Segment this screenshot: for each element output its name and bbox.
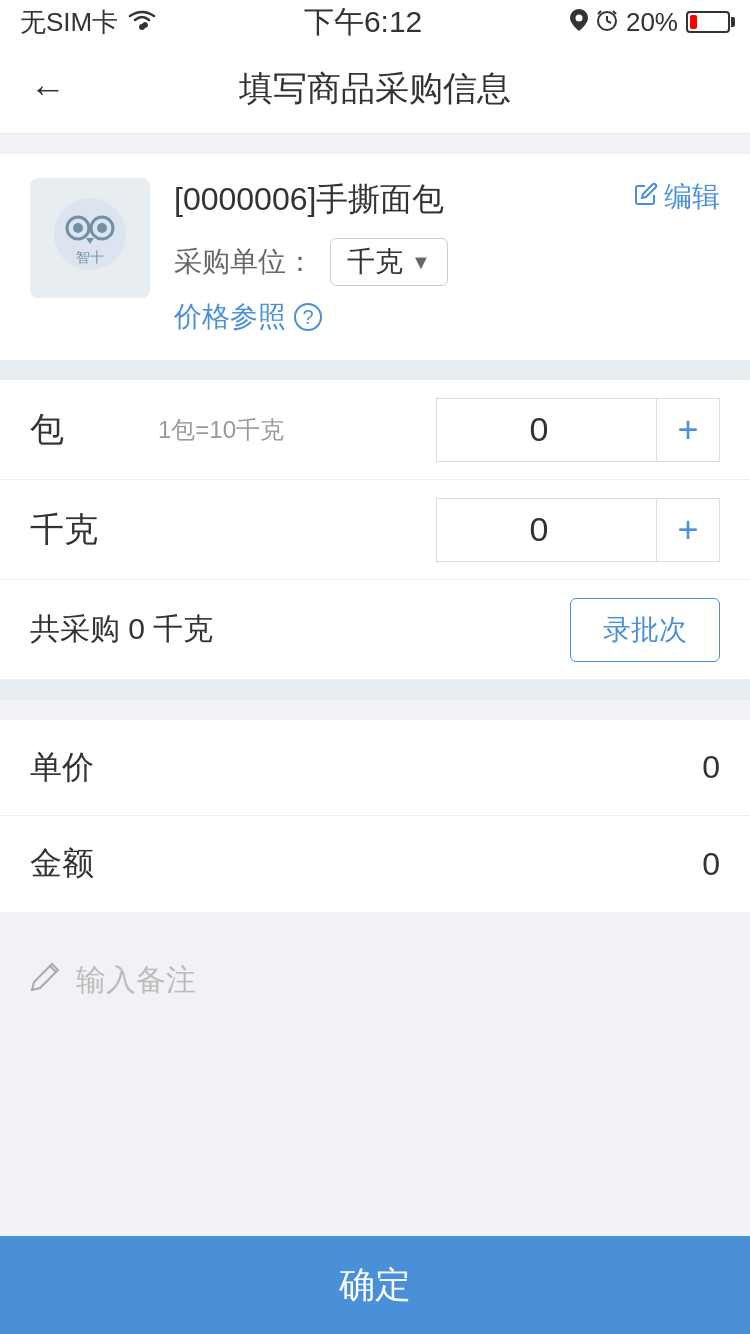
edit-icon — [634, 181, 658, 213]
section-separator-2 — [0, 680, 750, 700]
battery-percentage: 20% — [626, 7, 678, 38]
price-ref-label: 价格参照 — [174, 298, 286, 336]
unit-price-row: 单价 0 — [0, 720, 750, 816]
edit-link[interactable]: 编辑 — [634, 178, 720, 216]
bao-sublabel: 1包=10千克 — [158, 414, 284, 446]
price-ref-help-icon: ? — [294, 303, 322, 331]
notes-section[interactable]: 输入备注 — [0, 932, 750, 1029]
section-separator-1 — [0, 360, 750, 380]
unit-price-value: 0 — [702, 749, 720, 786]
carrier-text: 无SIM卡 — [20, 5, 118, 40]
page-title: 填写商品采购信息 — [239, 66, 511, 112]
bao-input-wrap: + — [436, 398, 720, 462]
amount-value: 0 — [702, 846, 720, 883]
unit-price-label: 单价 — [30, 746, 94, 790]
summary-row: 共采购 0 千克 录批次 — [0, 580, 750, 680]
product-thumb-logo: 智十 — [50, 194, 130, 282]
pencil-icon — [30, 962, 60, 999]
bao-plus-button[interactable]: + — [656, 398, 720, 462]
bao-quantity-input[interactable] — [436, 398, 656, 462]
bao-input-row: 包 1包=10千克 + — [0, 380, 750, 480]
status-right: 20% — [570, 7, 730, 38]
product-card: 智十 [0000006]手撕面包 采购单位： 千克 ▼ 价格参照 ? 编辑 — [0, 154, 750, 360]
price-section: 单价 0 金额 0 — [0, 720, 750, 912]
svg-point-8 — [73, 223, 83, 233]
kg-label: 千克 — [30, 507, 150, 553]
svg-line-4 — [607, 21, 611, 23]
edit-label: 编辑 — [664, 178, 720, 216]
status-bar: 无SIM卡 下午6:12 20% — [0, 0, 750, 44]
unit-label: 采购单位： — [174, 243, 314, 281]
unit-select[interactable]: 千克 ▼ — [330, 238, 448, 286]
back-button[interactable]: ← — [30, 68, 66, 110]
bao-label: 包 — [30, 407, 150, 453]
battery-icon — [686, 11, 730, 33]
wifi-icon — [128, 7, 156, 38]
kg-plus-button[interactable]: + — [656, 498, 720, 562]
kg-input-wrap: + — [436, 498, 720, 562]
status-time: 下午6:12 — [304, 2, 422, 43]
kg-input-row: 千克 + — [0, 480, 750, 580]
confirm-button-label: 确定 — [339, 1261, 411, 1310]
svg-point-0 — [139, 24, 145, 30]
svg-text:智十: 智十 — [76, 249, 104, 265]
input-section: 包 1包=10千克 + 千克 + 共采购 0 千克 录批次 — [0, 380, 750, 680]
nav-bar: ← 填写商品采购信息 — [0, 44, 750, 134]
unit-dropdown-arrow: ▼ — [411, 251, 431, 274]
svg-point-9 — [97, 223, 107, 233]
notes-placeholder: 输入备注 — [76, 960, 196, 1001]
location-icon — [570, 7, 588, 38]
svg-point-1 — [575, 14, 582, 21]
unit-row: 采购单位： 千克 ▼ — [174, 238, 720, 286]
amount-row: 金额 0 — [0, 816, 750, 912]
product-thumbnail: 智十 — [30, 178, 150, 298]
batch-button[interactable]: 录批次 — [570, 598, 720, 662]
summary-text: 共采购 0 千克 — [30, 609, 213, 650]
confirm-button[interactable]: 确定 — [0, 1236, 750, 1334]
kg-quantity-input[interactable] — [436, 498, 656, 562]
unit-value: 千克 — [347, 243, 403, 281]
status-left: 无SIM卡 — [20, 5, 156, 40]
alarm-icon — [596, 7, 618, 38]
price-reference-link[interactable]: 价格参照 ? — [174, 298, 720, 336]
amount-label: 金额 — [30, 842, 94, 886]
